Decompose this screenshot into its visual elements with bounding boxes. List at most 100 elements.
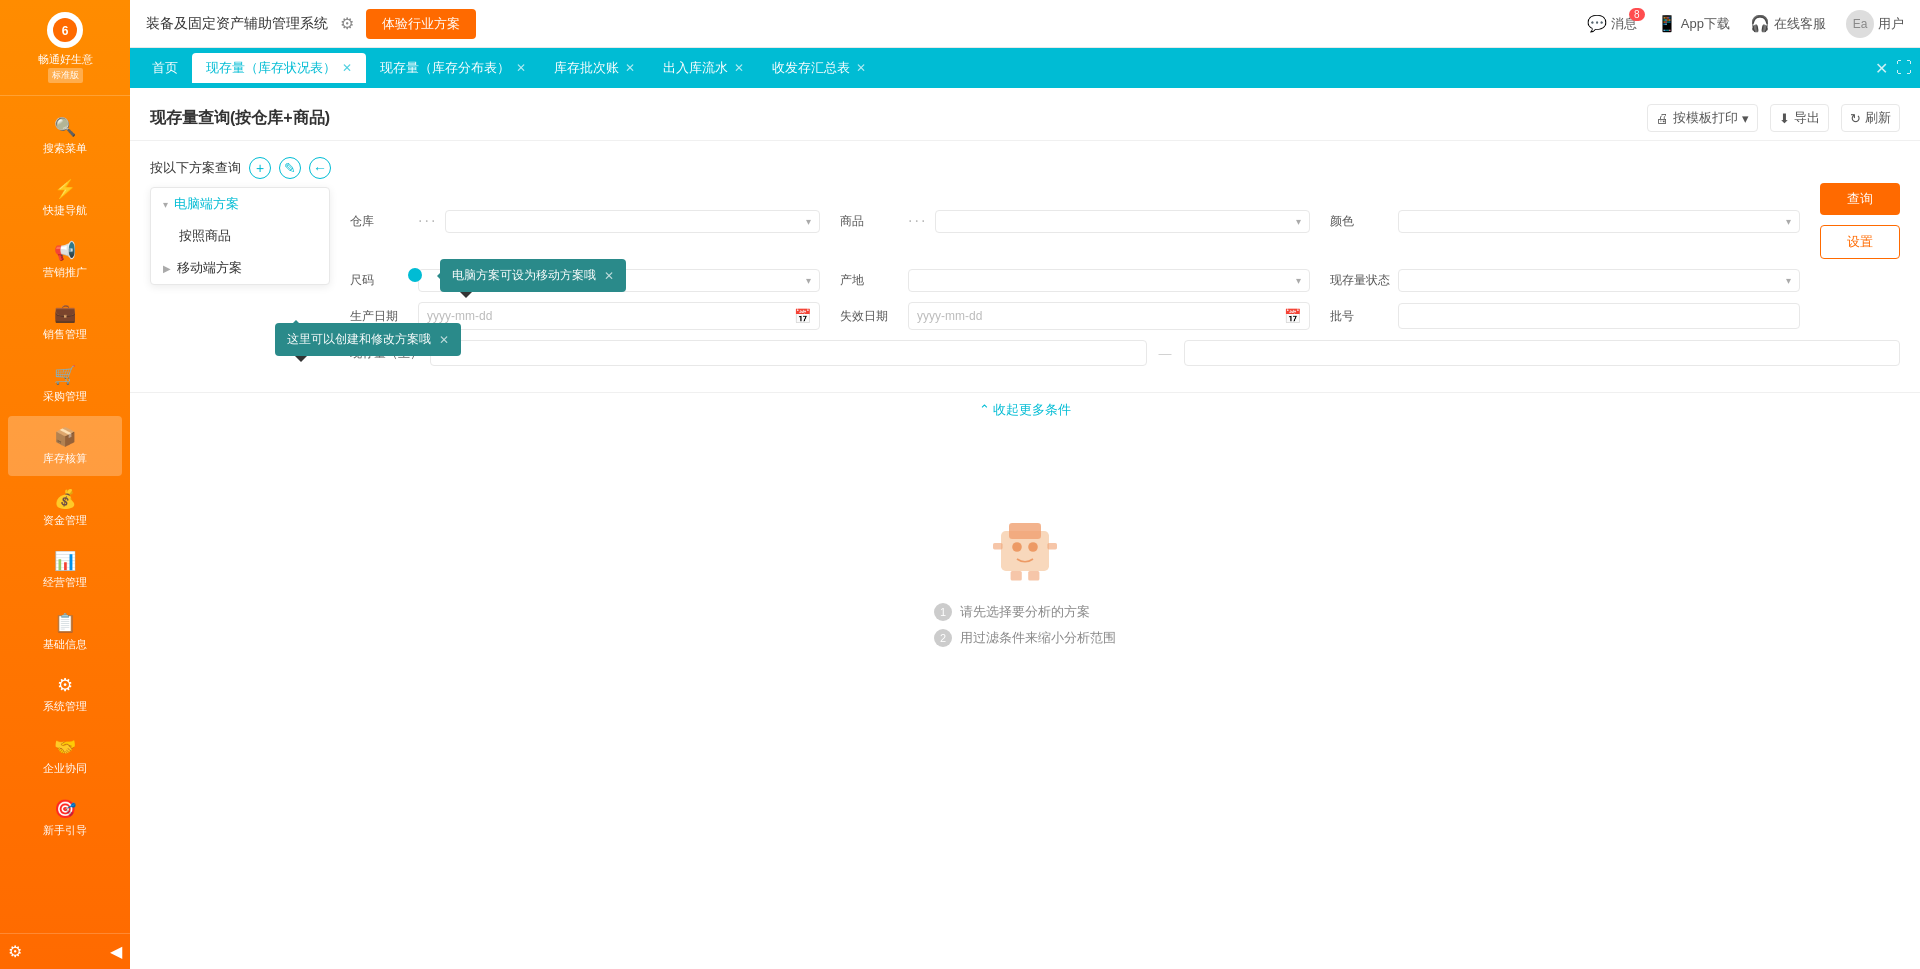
sidebar-item-guide[interactable]: 🎯 新手引导 — [8, 788, 122, 848]
origin-label: 产地 — [840, 272, 900, 289]
tooltip1-text: 电脑方案可设为移动方案哦 — [452, 267, 596, 284]
print-button[interactable]: 🖨 按模板打印 ▾ — [1647, 104, 1758, 132]
guide-icon: 🎯 — [54, 798, 76, 820]
warehouse-select[interactable]: ▾ — [445, 210, 820, 233]
sidebar-item-cooperation[interactable]: 🤝 企业协同 — [8, 726, 122, 786]
tab-stock-dist-close[interactable]: ✕ — [516, 61, 526, 75]
tab-flow-close[interactable]: ✕ — [734, 61, 744, 75]
export-button[interactable]: ⬇ 导出 — [1770, 104, 1829, 132]
topbar: 装备及固定资产辅助管理系统 ⚙ 体验行业方案 💬 消息 8 📱 App下载 🎧 … — [130, 0, 1920, 48]
print-label: 按模板打印 — [1673, 109, 1738, 127]
message-badge: 8 — [1629, 8, 1645, 21]
sidebar-item-inventory[interactable]: 📦 库存核算 — [8, 416, 122, 476]
tab-summary-close[interactable]: ✕ — [856, 61, 866, 75]
batch-input[interactable] — [1398, 303, 1800, 329]
tab-batch-close[interactable]: ✕ — [625, 61, 635, 75]
tab-batch[interactable]: 库存批次账 ✕ — [540, 53, 649, 83]
tab-fullscreen-icon[interactable]: ⛶ — [1896, 59, 1912, 77]
tooltip2-close[interactable]: ✕ — [439, 333, 449, 347]
collapse-icon[interactable]: ◀ — [110, 942, 122, 961]
empty-illustration — [975, 507, 1075, 587]
sidebar-item-nav[interactable]: ⚡ 快捷导航 — [8, 168, 122, 228]
tooltip2-text: 这里可以创建和修改方案哦 — [287, 331, 431, 348]
purchase-icon: 🛒 — [54, 364, 76, 386]
collapse-label: 收起更多条件 — [993, 402, 1071, 417]
expire-date-field: 失效日期 yyyy-mm-dd 📅 — [840, 302, 1310, 330]
scheme-item-goods[interactable]: 按照商品 — [151, 220, 329, 252]
inventory-icon: 📦 — [54, 426, 76, 448]
collapse-bar[interactable]: ⌃ 收起更多条件 — [130, 392, 1920, 427]
sidebar-item-marketing[interactable]: 📢 营销推广 — [8, 230, 122, 290]
tab-close-all-icon[interactable]: ✕ — [1875, 59, 1888, 78]
arrow-scheme-button[interactable]: ← — [309, 157, 331, 179]
sidebar-label-system: 系统管理 — [43, 699, 87, 714]
tab-stock-status[interactable]: 现存量（库存状况表） ✕ — [192, 53, 366, 83]
logo-icon: 6 — [47, 12, 83, 48]
produce-date-input[interactable]: yyyy-mm-dd 📅 — [418, 302, 820, 330]
stock-main-max-input[interactable] — [1184, 340, 1901, 366]
tab-stock-status-close[interactable]: ✕ — [342, 61, 352, 75]
settings-icon[interactable]: ⚙ — [8, 942, 22, 961]
sidebar-item-search[interactable]: 🔍 搜索菜单 — [8, 106, 122, 166]
avatar: Ea — [1846, 10, 1874, 38]
size-label: 尺码 — [350, 272, 410, 289]
sidebar-item-purchase[interactable]: 🛒 采购管理 — [8, 354, 122, 414]
message-action[interactable]: 💬 消息 8 — [1587, 14, 1637, 33]
sidebar-item-management[interactable]: 📊 经营管理 — [8, 540, 122, 600]
sidebar-item-finance[interactable]: 💰 资金管理 — [8, 478, 122, 538]
tab-home[interactable]: 首页 — [138, 53, 192, 83]
filter-row4: 现存量（主） — — [350, 340, 1900, 366]
empty-state: 1 请先选择要分析的方案 2 用过滤条件来缩小分析范围 — [130, 427, 1920, 727]
svg-rect-3 — [1009, 523, 1041, 539]
export-icon: ⬇ — [1779, 111, 1790, 126]
refresh-button[interactable]: ↻ 刷新 — [1841, 104, 1900, 132]
system-icon: ⚙ — [57, 674, 73, 696]
page-actions: 🖨 按模板打印 ▾ ⬇ 导出 ↻ 刷新 — [1647, 104, 1900, 132]
scheme-item-pc[interactable]: ▾ 电脑端方案 — [151, 188, 329, 220]
app-download-action[interactable]: 📱 App下载 — [1657, 14, 1730, 33]
search-button[interactable]: 查询 — [1820, 183, 1900, 215]
user-action[interactable]: Ea 用户 — [1846, 10, 1904, 38]
sidebar-item-system[interactable]: ⚙ 系统管理 — [8, 664, 122, 724]
tip1-num: 1 — [934, 603, 952, 621]
svg-text:6: 6 — [62, 24, 69, 38]
goods-select[interactable]: ▾ — [935, 210, 1310, 233]
logo-tag: 标准版 — [48, 68, 83, 83]
scheme-item-mobile[interactable]: ▶ 移动端方案 — [151, 252, 329, 284]
tab-summary[interactable]: 收发存汇总表 ✕ — [758, 53, 880, 83]
cooperation-icon: 🤝 — [54, 736, 76, 758]
tab-stock-dist[interactable]: 现存量（库存分布表） ✕ — [366, 53, 540, 83]
add-scheme-button[interactable]: + — [249, 157, 271, 179]
finance-icon: 💰 — [54, 488, 76, 510]
tip2-num: 2 — [934, 629, 952, 647]
sidebar-item-basic[interactable]: 📋 基础信息 — [8, 602, 122, 662]
filter-header-row: 按以下方案查询 + ✎ ← — [150, 157, 1900, 179]
app-download-label: App下载 — [1681, 15, 1730, 33]
stock-status-select[interactable]: ▾ — [1398, 269, 1800, 292]
tab-flow-label: 出入库流水 — [663, 59, 728, 77]
reset-button[interactable]: 设置 — [1820, 225, 1900, 259]
stock-range-sep: — — [1155, 346, 1176, 361]
color-select[interactable]: ▾ — [1398, 210, 1800, 233]
filter-row3: 生产日期 yyyy-mm-dd 📅 失效日期 yyyy-mm-dd 📅 — [350, 302, 1900, 330]
svg-point-4 — [1012, 542, 1022, 552]
edit-scheme-button[interactable]: ✎ — [279, 157, 301, 179]
tab-flow[interactable]: 出入库流水 ✕ — [649, 53, 758, 83]
color-field: 颜色 ▾ — [1330, 210, 1800, 233]
tip2-text: 用过滤条件来缩小分析范围 — [960, 629, 1116, 647]
online-service-action[interactable]: 🎧 在线客服 — [1750, 14, 1826, 33]
origin-select[interactable]: ▾ — [908, 269, 1310, 292]
service-icon: 🎧 — [1750, 14, 1770, 33]
expire-date-input[interactable]: yyyy-mm-dd 📅 — [908, 302, 1310, 330]
topbar-gear-icon[interactable]: ⚙ — [340, 14, 354, 33]
stock-main-min-input[interactable] — [430, 340, 1147, 366]
user-label: 用户 — [1878, 15, 1904, 33]
scheme-arrow-mobile: ▶ — [163, 263, 171, 274]
page-title: 现存量查询(按仓库+商品) — [150, 108, 330, 129]
tooltip1-close[interactable]: ✕ — [604, 269, 614, 283]
sidebar-item-sales[interactable]: 💼 销售管理 — [8, 292, 122, 352]
tab-summary-label: 收发存汇总表 — [772, 59, 850, 77]
industry-plan-button[interactable]: 体验行业方案 — [366, 9, 476, 39]
sidebar-nav: 🔍 搜索菜单 ⚡ 快捷导航 📢 营销推广 💼 销售管理 🛒 采购管理 📦 库存核… — [0, 96, 130, 933]
sidebar-label-inventory: 库存核算 — [43, 451, 87, 466]
